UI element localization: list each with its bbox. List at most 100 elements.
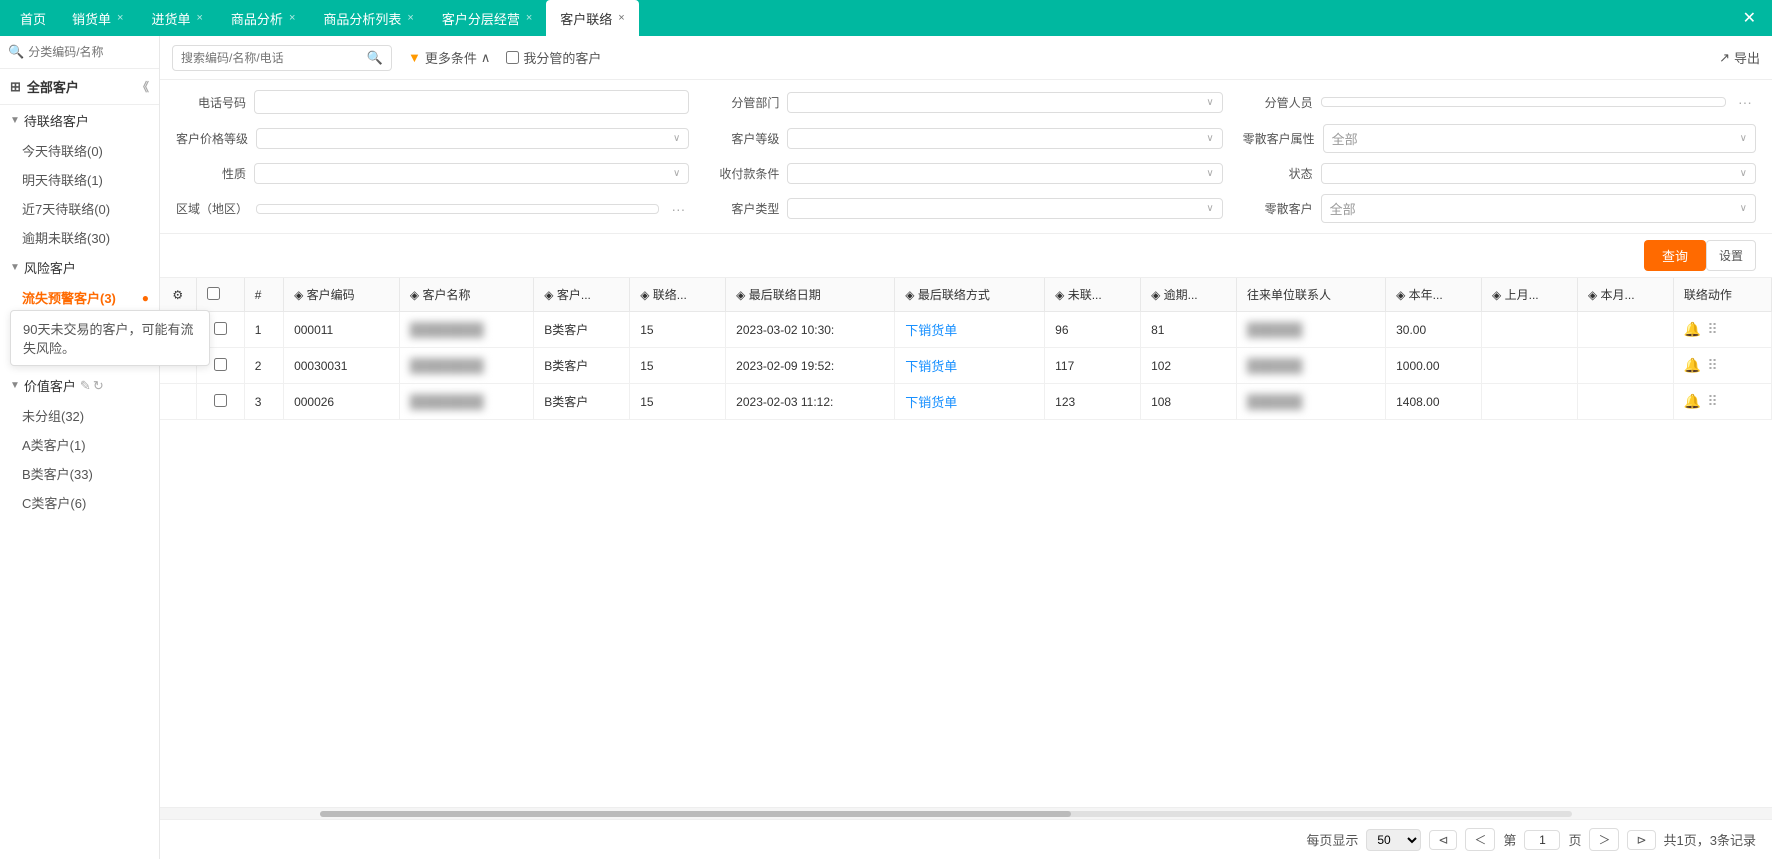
sidebar-search-input[interactable] — [28, 45, 160, 59]
contact-icon[interactable]: 🔔 — [1684, 321, 1701, 338]
col-last-month[interactable]: ◈ 上月... — [1482, 278, 1578, 312]
more-actions-icon[interactable]: ⠿ — [1707, 393, 1717, 410]
manager-dots-btn[interactable]: ··· — [1734, 94, 1756, 110]
col-level[interactable]: ◈ 客户... — [534, 278, 630, 312]
region-dots-btn[interactable]: ··· — [667, 201, 689, 217]
col-settings[interactable]: ⚙ — [160, 278, 196, 312]
retail-select[interactable]: 全部 ∨ — [1321, 194, 1756, 223]
phone-input[interactable] — [254, 90, 689, 114]
col-contact[interactable]: ◈ 联络... — [630, 278, 726, 312]
customer-level-select[interactable]: ∨ — [787, 128, 1222, 149]
filter-bar: 🔍 ▼ 更多条件 ∧ 我分管的客户 ↗ 导出 — [160, 36, 1772, 80]
close-sales-tab[interactable]: × — [117, 12, 123, 24]
sidebar-item-7days[interactable]: 近7天待联络(0) — [0, 194, 159, 223]
sidebar-item-tomorrow[interactable]: 明天待联络(1) — [0, 165, 159, 194]
payment-select[interactable]: ∨ — [787, 163, 1222, 184]
churn-tooltip: 90天未交易的客户，可能有流失风险。 — [10, 310, 160, 366]
close-purchase-tab[interactable]: × — [196, 12, 202, 24]
next-page-btn[interactable]: ＞ — [1589, 828, 1619, 851]
close-customer-tier-tab[interactable]: × — [526, 12, 532, 24]
refresh-icon[interactable]: ↻ — [93, 378, 104, 394]
row-last-contact-method[interactable]: 下销货单 — [895, 384, 1045, 420]
row-last-contact-method[interactable]: 下销货单 — [895, 312, 1045, 348]
more-conditions-btn[interactable]: ▼ 更多条件 ∧ — [400, 44, 498, 71]
col-this-month[interactable]: ◈ 本月... — [1577, 278, 1673, 312]
col-this-year[interactable]: ◈ 本年... — [1386, 278, 1482, 312]
col-checkbox[interactable] — [196, 278, 244, 312]
sidebar-item-overdue[interactable]: 逾期未联络(30) — [0, 223, 159, 252]
search-box[interactable]: 🔍 — [172, 45, 392, 71]
prev-page-btn[interactable]: ＜ — [1465, 828, 1495, 851]
price-level-select[interactable]: ∨ — [256, 128, 689, 149]
tab-sales[interactable]: 销货单 × — [58, 0, 137, 36]
first-page-btn[interactable]: ⊲ — [1429, 830, 1457, 850]
select-all-checkbox[interactable] — [207, 287, 220, 300]
col-uncontacted[interactable]: ◈ 未联... — [1045, 278, 1141, 312]
close-analysis-tab[interactable]: × — [289, 12, 295, 24]
row-checkbox[interactable] — [196, 384, 244, 420]
region-input[interactable] — [256, 204, 659, 214]
sidebar-item-today[interactable]: 今天待联络(0) — [0, 136, 159, 165]
customer-type-select[interactable]: ∨ — [787, 198, 1222, 219]
retail-attr-select[interactable]: 全部 ∨ — [1323, 124, 1756, 153]
manager-input[interactable] — [1321, 97, 1726, 107]
info-icon: ● — [142, 291, 149, 305]
col-name[interactable]: ◈ 客户名称 — [399, 278, 533, 312]
tab-analysis-list[interactable]: 商品分析列表 × — [309, 0, 427, 36]
horizontal-scroll-area[interactable] — [160, 807, 1772, 819]
group-risk-customer[interactable]: ▼ 风险客户 — [0, 252, 159, 283]
dept-select[interactable]: ∨ — [787, 92, 1222, 113]
row-this-year: 30.00 — [1386, 312, 1482, 348]
filter-status: 状态 ∨ — [1243, 163, 1756, 184]
sidebar-item-class-c[interactable]: C类客户(6) — [0, 488, 159, 517]
row-this-month — [1577, 384, 1673, 420]
search-input[interactable] — [181, 51, 367, 65]
my-customers-checkbox-label[interactable]: 我分管的客户 — [506, 48, 601, 67]
more-actions-icon[interactable]: ⠿ — [1707, 321, 1717, 338]
col-last-contact-method[interactable]: ◈ 最后联络方式 — [895, 278, 1045, 312]
close-customer-contact-tab[interactable]: × — [618, 12, 624, 24]
status-select[interactable]: ∨ — [1321, 163, 1756, 184]
scrollbar-track[interactable] — [320, 811, 1572, 817]
close-all-btn[interactable]: ✕ — [1735, 8, 1764, 28]
last-page-btn[interactable]: ⊳ — [1627, 830, 1655, 850]
col-action: 联络动作 — [1673, 278, 1771, 312]
group-pending-contact[interactable]: ▼ 待联络客户 — [0, 105, 159, 136]
group-value-customer[interactable]: ▼ 价值客户 ✎ ↻ — [0, 370, 159, 401]
scrollbar-thumb[interactable] — [320, 811, 1071, 817]
row-uncontacted: 123 — [1045, 384, 1141, 420]
sidebar-item-class-a[interactable]: A类客户(1) — [0, 430, 159, 459]
sidebar-item-churn-warning[interactable]: 流失预警客户(3) ● — [0, 283, 159, 312]
sidebar-item-class-b[interactable]: B类客户(33) — [0, 459, 159, 488]
page-number-input[interactable] — [1524, 830, 1560, 850]
settings-button[interactable]: 设置 — [1706, 240, 1756, 271]
close-analysis-list-tab[interactable]: × — [407, 12, 413, 24]
edit-icon[interactable]: ✎ — [80, 378, 91, 394]
contact-icon[interactable]: 🔔 — [1684, 357, 1701, 374]
row-overdue: 108 — [1141, 384, 1237, 420]
sidebar-item-ungrouped[interactable]: 未分组(32) — [0, 401, 159, 430]
page-size-select[interactable]: 50 20 100 — [1366, 829, 1421, 851]
col-num: # — [244, 278, 283, 312]
query-button[interactable]: 查询 — [1644, 240, 1706, 271]
tab-customer-contact[interactable]: 客户联络 × — [546, 0, 638, 36]
filter-customer-level: 客户等级 ∨ — [709, 124, 1222, 153]
row-last-contact-method[interactable]: 下销货单 — [895, 348, 1045, 384]
col-code[interactable]: ◈ 客户编码 — [284, 278, 400, 312]
col-last-contact-date[interactable]: ◈ 最后联络日期 — [726, 278, 895, 312]
sidebar: 🔍 ⊞ 全部客户 《 ▼ 待联络客户 今天待联络(0) 明天待联络(1) 近7天… — [0, 36, 160, 859]
all-customers-item[interactable]: ⊞ 全部客户 《 — [0, 69, 159, 105]
col-unit-contact[interactable]: 往来单位联系人 — [1237, 278, 1386, 312]
tab-customer-tier[interactable]: 客户分层经营 × — [428, 0, 546, 36]
more-actions-icon[interactable]: ⠿ — [1707, 357, 1717, 374]
my-customers-checkbox[interactable] — [506, 51, 519, 64]
chevron-down-icon2: ∨ — [673, 133, 680, 144]
tab-purchase[interactable]: 进货单 × — [137, 0, 216, 36]
col-overdue[interactable]: ◈ 逾期... — [1141, 278, 1237, 312]
home-tab[interactable]: 首页 — [8, 0, 58, 36]
nature-select[interactable]: ∨ — [254, 163, 689, 184]
export-btn[interactable]: ↗ 导出 — [1719, 48, 1760, 67]
customer-table: ⚙ # ◈ 客户编码 ◈ 客户名称 ◈ 客户... ◈ 联络... ◈ 最后联络… — [160, 278, 1772, 420]
contact-icon[interactable]: 🔔 — [1684, 393, 1701, 410]
tab-analysis[interactable]: 商品分析 × — [217, 0, 309, 36]
